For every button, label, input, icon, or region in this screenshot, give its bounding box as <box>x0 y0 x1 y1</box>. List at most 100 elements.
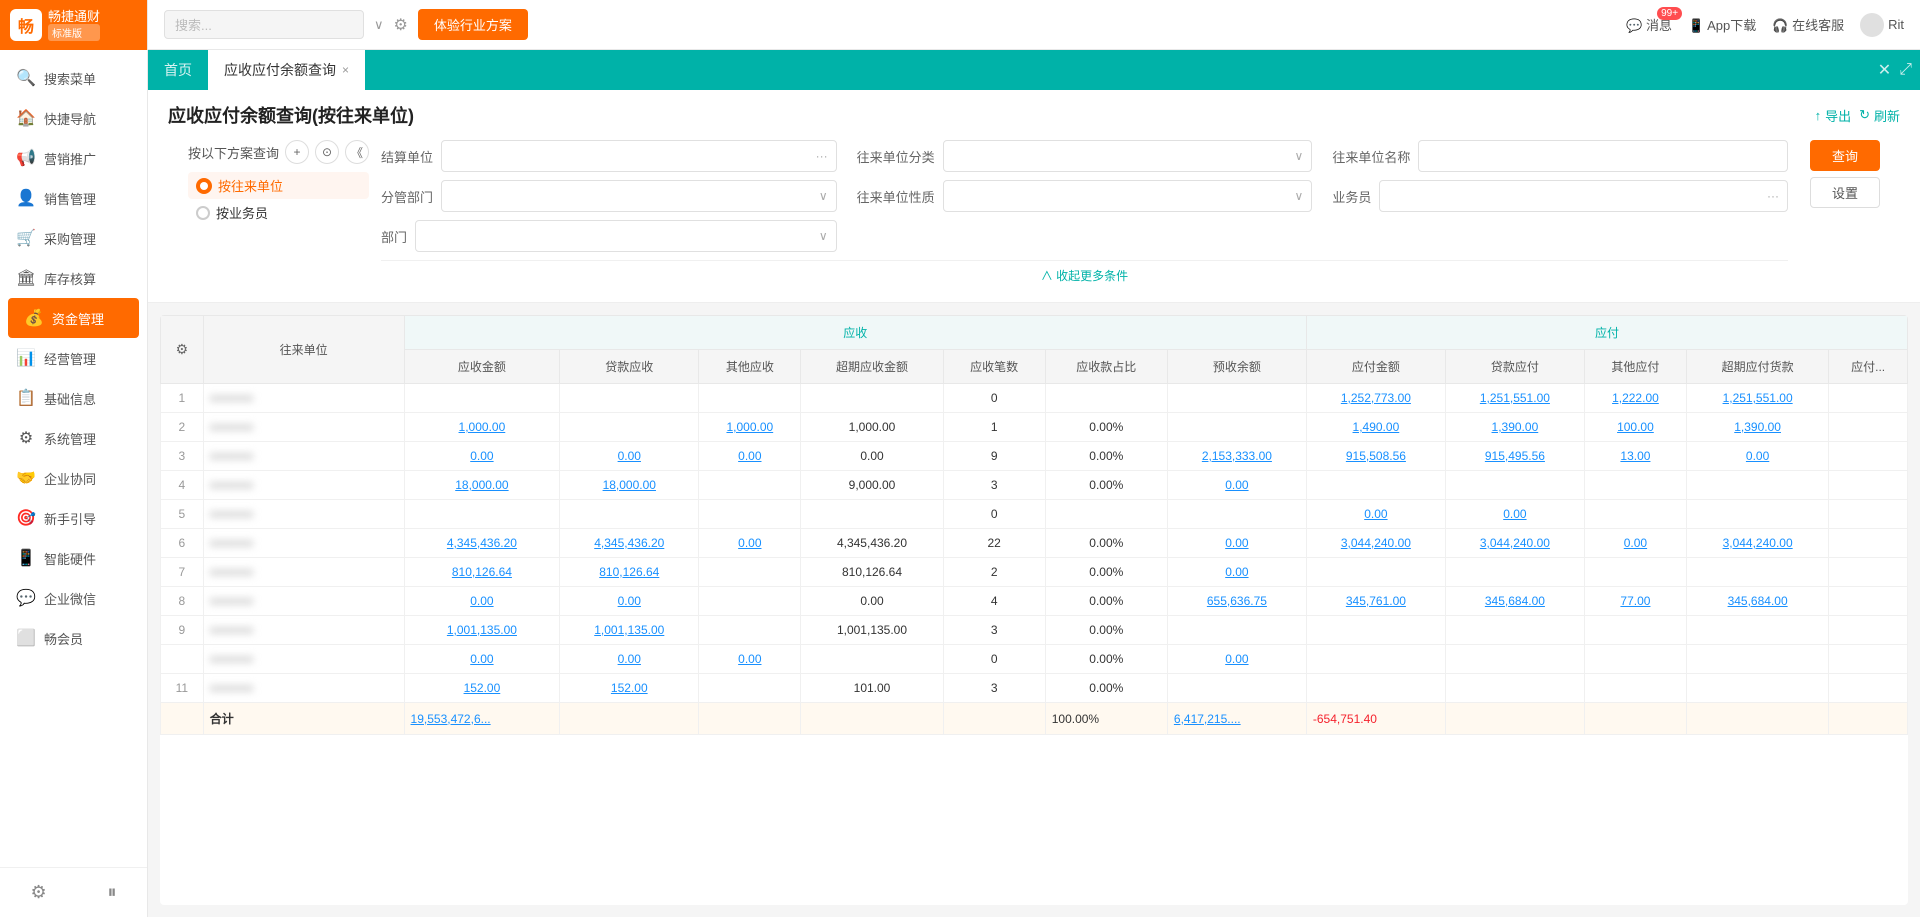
sidebar-item-marketing[interactable]: 📢 营销推广 <box>0 138 147 178</box>
table-cell[interactable]: 1,390.00 <box>1686 413 1828 442</box>
table-cell[interactable]: 1,001,135.00 <box>560 616 699 645</box>
export-btn[interactable]: ↑ 导出 <box>1815 106 1852 125</box>
sidebar-item-sales[interactable]: 👤 销售管理 <box>0 178 147 218</box>
tab-close-window-btn[interactable]: ✕ <box>1878 60 1891 80</box>
table-cell[interactable]: 0.00 <box>560 645 699 674</box>
table-cell[interactable]: 1,001,135.00 <box>404 616 560 645</box>
sidebar-item-search-menu[interactable]: 🔍 搜索菜单 <box>0 58 147 98</box>
table-cell[interactable]: 13.00 <box>1584 442 1686 471</box>
tab-expand-btn[interactable]: ⤢ <box>1899 61 1912 79</box>
table-cell[interactable]: 0.00 <box>1167 645 1306 674</box>
salesperson-field[interactable]: ··· <box>1379 180 1788 212</box>
table-cell[interactable]: 810,126.64 <box>560 558 699 587</box>
tab-ar-query[interactable]: 应收应付余额查询 × <box>208 50 365 90</box>
table-cell[interactable]: 4,345,436.20 <box>560 529 699 558</box>
table-cell[interactable]: 18,000.00 <box>560 471 699 500</box>
table-cell[interactable]: 1,252,773.00 <box>1306 384 1445 413</box>
sidebar-item-capital[interactable]: 💰 资金管理 <box>8 298 139 338</box>
topbar-online-service[interactable]: 🎧 在线客服 <box>1772 15 1844 34</box>
collapse-bar[interactable]: ∧ 收起更多条件 <box>381 260 1788 290</box>
table-cell[interactable]: 345,684.00 <box>1445 587 1584 616</box>
sidebar-item-base-info[interactable]: 📋 基础信息 <box>0 378 147 418</box>
sidebar-item-beginner[interactable]: 🎯 新手引导 <box>0 498 147 538</box>
table-cell[interactable]: 1,390.00 <box>1445 413 1584 442</box>
table-cell[interactable]: 3,044,240.00 <box>1686 529 1828 558</box>
topbar-user[interactable]: Rit <box>1860 13 1904 37</box>
table-cell[interactable]: 0.00 <box>1686 442 1828 471</box>
table-cell[interactable]: 0.00 <box>404 645 560 674</box>
table-cell[interactable]: 1,251,551.00 <box>1686 384 1828 413</box>
table-cell[interactable]: 345,684.00 <box>1686 587 1828 616</box>
table-cell[interactable]: 0.00 <box>1445 500 1584 529</box>
table-cell[interactable]: 0.00 <box>699 645 801 674</box>
dept-field[interactable]: ∨ <box>415 220 837 252</box>
sidebar-item-inventory[interactable]: 🏛 库存核算 <box>0 258 147 298</box>
sidebar-item-member[interactable]: ⬜ 畅会员 <box>0 618 147 658</box>
topbar-gear-icon[interactable]: ⚙ <box>394 15 408 35</box>
table-cell[interactable]: 2,153,333.00 <box>1167 442 1306 471</box>
table-cell[interactable]: 152.00 <box>560 674 699 703</box>
settlement-unit-field[interactable]: ··· <box>441 140 837 172</box>
table-cell[interactable]: 0.00 <box>1167 471 1306 500</box>
table-cell[interactable]: 915,495.56 <box>1445 442 1584 471</box>
partner-name-field[interactable] <box>1418 140 1788 172</box>
table-cell[interactable]: 18,000.00 <box>404 471 560 500</box>
table-cell[interactable]: 810,126.64 <box>404 558 560 587</box>
sidebar-item-enterprise[interactable]: 🤝 企业协同 <box>0 458 147 498</box>
table-cell[interactable]: 3,044,240.00 <box>1306 529 1445 558</box>
table-settings-icon[interactable]: ⚙ <box>176 341 189 357</box>
refresh-btn[interactable]: ↻ 刷新 <box>1859 106 1900 125</box>
table-cell[interactable]: 0.00 <box>404 587 560 616</box>
sidebar-item-operations[interactable]: 📊 经营管理 <box>0 338 147 378</box>
footer-advance[interactable]: 6,417,215.... <box>1167 703 1306 735</box>
table-cell[interactable]: 0.00 <box>1306 500 1445 529</box>
topbar-search[interactable]: 搜索... <box>164 10 364 39</box>
query-btn[interactable]: 查询 <box>1810 140 1880 171</box>
table-cell[interactable]: 0.00 <box>699 442 801 471</box>
sidebar-item-purchase[interactable]: 🛒 采购管理 <box>0 218 147 258</box>
dept-in-charge-field[interactable]: ∨ <box>441 180 837 212</box>
filter-add-btn[interactable]: + <box>285 140 309 164</box>
footer-ar-amount[interactable]: 19,553,472,6... <box>404 703 560 735</box>
table-cell[interactable]: 655,636.75 <box>1167 587 1306 616</box>
tab-close-icon[interactable]: × <box>342 63 349 77</box>
table-cell[interactable]: 1,251,551.00 <box>1445 384 1584 413</box>
table-cell[interactable]: 0.00 <box>560 442 699 471</box>
table-cell[interactable]: 100.00 <box>1584 413 1686 442</box>
table-cell[interactable]: 0.00 <box>699 529 801 558</box>
table-cell[interactable]: 1,222.00 <box>1584 384 1686 413</box>
filter-settings-icon[interactable]: ⊙ <box>315 140 339 164</box>
table-cell[interactable]: 1,000.00 <box>699 413 801 442</box>
table-cell[interactable]: 0.00 <box>560 587 699 616</box>
topbar-plan-btn[interactable]: 体验行业方案 <box>418 9 528 40</box>
table-cell[interactable]: 77.00 <box>1584 587 1686 616</box>
table-cell[interactable]: 3,044,240.00 <box>1445 529 1584 558</box>
tab-home[interactable]: 首页 <box>148 50 208 90</box>
table-cell[interactable]: 345,761.00 <box>1306 587 1445 616</box>
filter-collapse-icon[interactable]: 《 <box>345 140 369 164</box>
table-cell[interactable]: 1,490.00 <box>1306 413 1445 442</box>
setting-btn[interactable]: 设置 <box>1810 177 1880 208</box>
partner-category-field[interactable]: ∨ <box>943 140 1313 172</box>
table-cell[interactable]: 0.00 <box>404 442 560 471</box>
table-cell[interactable]: 0.00 <box>1584 529 1686 558</box>
table-cell[interactable]: 0.00 <box>1167 558 1306 587</box>
sidebar-item-quick-nav[interactable]: 🏠 快捷导航 <box>0 98 147 138</box>
topbar-app-download[interactable]: 📱 App下载 <box>1688 15 1756 34</box>
sidebar-item-smart-hw[interactable]: 📱 智能硬件 <box>0 538 147 578</box>
table-cell: 1 <box>943 413 1045 442</box>
table-cell[interactable]: 0.00 <box>1167 529 1306 558</box>
scheme-by-salesperson[interactable]: 按业务员 <box>188 199 369 226</box>
sidebar-item-sys-admin[interactable]: ⚙ 系统管理 <box>0 418 147 458</box>
topbar-dropdown-icon[interactable]: ∨ <box>374 17 384 33</box>
sidebar-settings-btn[interactable]: ⚙ <box>22 878 54 907</box>
topbar-messages[interactable]: 💬 消息 99+ <box>1626 15 1672 34</box>
sidebar-collapse-btn[interactable]: ⏸ <box>100 878 125 907</box>
partner-nature-field[interactable]: ∨ <box>943 180 1313 212</box>
scheme-by-partner[interactable]: 按往来单位 <box>188 172 369 199</box>
table-cell[interactable]: 1,000.00 <box>404 413 560 442</box>
table-cell[interactable]: 915,508.56 <box>1306 442 1445 471</box>
table-cell[interactable]: 4,345,436.20 <box>404 529 560 558</box>
sidebar-item-corp-wechat[interactable]: 💬 企业微信 <box>0 578 147 618</box>
table-cell[interactable]: 152.00 <box>404 674 560 703</box>
